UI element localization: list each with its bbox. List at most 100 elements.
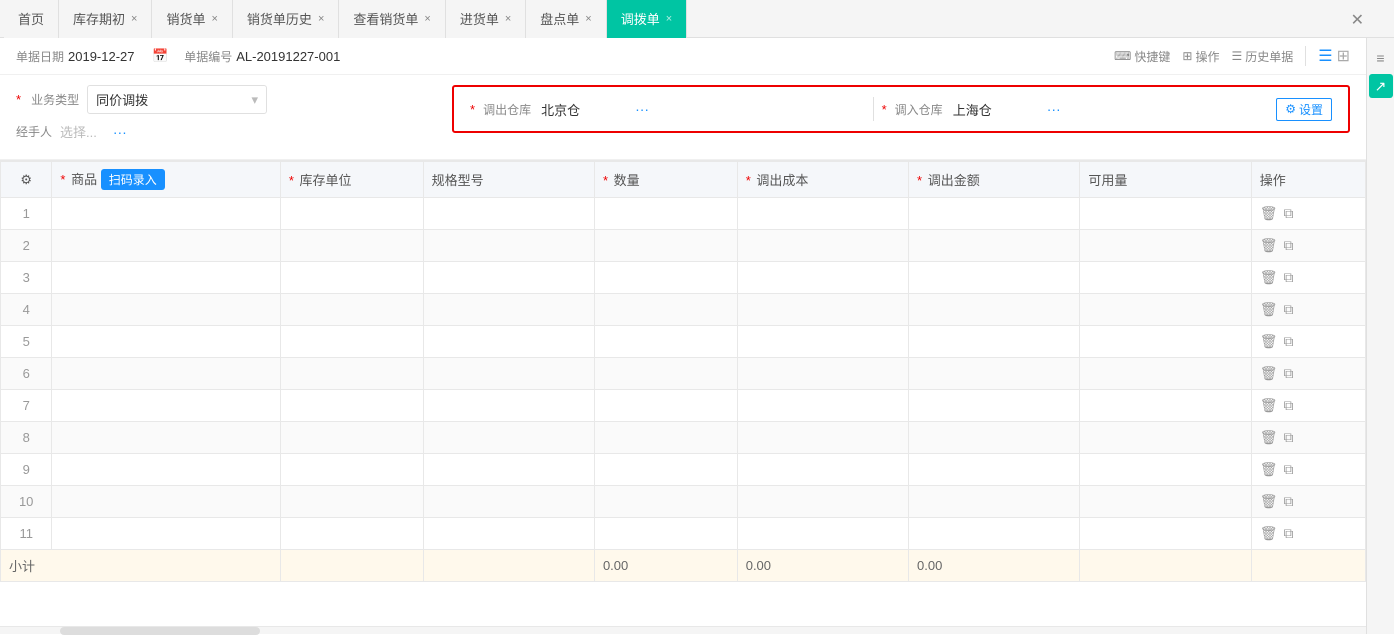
gear-header-icon[interactable]: ⚙: [20, 172, 32, 187]
close-main-button[interactable]: ✕: [1351, 10, 1364, 30]
copy-icon[interactable]: ⧉: [1283, 461, 1293, 478]
row-num-cell: 1: [1, 198, 52, 230]
dest-more-icon[interactable]: ···: [1047, 101, 1061, 117]
copy-icon[interactable]: ⧉: [1283, 365, 1293, 382]
delete-icon[interactable]: 🗑: [1260, 525, 1278, 542]
settings-button[interactable]: ⚙ 设置: [1276, 98, 1332, 121]
sidebar-list-icon[interactable]: ≡: [1369, 46, 1393, 70]
delete-icon[interactable]: 🗑: [1260, 205, 1278, 222]
qty-cell[interactable]: [594, 518, 737, 550]
subtotal-action-cell: [1251, 550, 1365, 582]
copy-icon[interactable]: ⧉: [1283, 493, 1293, 510]
scrollbar-area[interactable]: [0, 626, 1366, 634]
handler-input[interactable]: 选择...: [60, 122, 97, 141]
unit-cell: [280, 422, 423, 454]
handler-row: 经手人 选择... ···: [16, 122, 436, 141]
chevron-down-icon: ▾: [252, 92, 259, 108]
tab-close-inventory-init[interactable]: ×: [131, 13, 137, 25]
gear-header[interactable]: ⚙: [1, 162, 52, 198]
layout-icon-2[interactable]: ⊞: [1337, 46, 1350, 66]
goods-cell[interactable]: [52, 294, 280, 326]
delete-icon[interactable]: 🗑: [1260, 301, 1278, 318]
goods-cell[interactable]: [52, 422, 280, 454]
delete-icon[interactable]: 🗑: [1260, 429, 1278, 446]
source-more-icon[interactable]: ···: [635, 101, 649, 117]
qty-cell[interactable]: [594, 390, 737, 422]
tab-sales-order[interactable]: 销货单 ×: [152, 0, 232, 38]
table-row: 6 🗑 ⧉: [1, 358, 1366, 390]
warehouse-section: * 调出仓库 北京仓 ··· * 调入仓库 上海仓 ··· ⚙ 设置: [452, 85, 1350, 133]
tab-purchase[interactable]: 进货单 ×: [446, 0, 526, 38]
table-footer: 小计 0.00 0.00 0.00: [1, 550, 1366, 582]
tab-close-purchase[interactable]: ×: [505, 13, 511, 25]
copy-icon[interactable]: ⧉: [1283, 525, 1293, 542]
copy-icon[interactable]: ⧉: [1283, 237, 1293, 254]
tab-stocktake[interactable]: 盘点单 ×: [526, 0, 606, 38]
tab-close-transfer[interactable]: ×: [666, 13, 672, 25]
tab-transfer[interactable]: 调拨单 ×: [607, 0, 687, 38]
warehouse-divider: [873, 97, 874, 121]
spec-header: 规格型号: [423, 162, 594, 198]
sidebar-external-icon[interactable]: ↗: [1369, 74, 1393, 98]
handler-more-icon[interactable]: ···: [113, 124, 127, 140]
qty-cell[interactable]: [594, 294, 737, 326]
copy-icon[interactable]: ⧉: [1283, 301, 1293, 318]
calendar-icon[interactable]: 📅: [152, 48, 168, 64]
qty-cell[interactable]: [594, 262, 737, 294]
operation-btn[interactable]: ⊞ 操作: [1182, 48, 1219, 65]
delete-icon[interactable]: 🗑: [1260, 333, 1278, 350]
tab-close-view-sales[interactable]: ×: [424, 13, 430, 25]
goods-cell[interactable]: [52, 486, 280, 518]
date-field: 单据日期 2019-12-27 📅: [16, 48, 168, 65]
dest-warehouse-value[interactable]: 上海仓: [953, 100, 1033, 119]
tab-close-sales-order[interactable]: ×: [211, 13, 217, 25]
delete-icon[interactable]: 🗑: [1260, 237, 1278, 254]
goods-cell[interactable]: [52, 518, 280, 550]
copy-icon[interactable]: ⧉: [1283, 397, 1293, 414]
date-label: 单据日期: [16, 48, 64, 65]
delete-icon[interactable]: 🗑: [1260, 397, 1278, 414]
qty-cell[interactable]: [594, 230, 737, 262]
scan-button[interactable]: 扫码录入: [101, 169, 165, 190]
goods-cell[interactable]: [52, 390, 280, 422]
table-header-row: ⚙ 商品 扫码录入 库存单位 规格型号 数量: [1, 162, 1366, 198]
goods-cell[interactable]: [52, 454, 280, 486]
tab-close-sales-history[interactable]: ×: [318, 13, 324, 25]
tab-inventory-init[interactable]: 库存期初 ×: [59, 0, 152, 38]
tab-home[interactable]: 首页: [4, 0, 59, 38]
date-value[interactable]: 2019-12-27: [68, 49, 148, 64]
delete-icon[interactable]: 🗑: [1260, 269, 1278, 286]
biz-type-label: 业务类型: [31, 91, 79, 108]
action-cell: 🗑 ⧉: [1251, 294, 1365, 326]
copy-icon[interactable]: ⧉: [1283, 269, 1293, 286]
amount-cell: [909, 518, 1080, 550]
subtotal-amount-cell: 0.00: [909, 550, 1080, 582]
qty-cell[interactable]: [594, 454, 737, 486]
tab-sales-history[interactable]: 销货单历史 ×: [233, 0, 339, 38]
goods-cell[interactable]: [52, 326, 280, 358]
qty-cell[interactable]: [594, 358, 737, 390]
copy-icon[interactable]: ⧉: [1283, 333, 1293, 350]
delete-icon[interactable]: 🗑: [1260, 493, 1278, 510]
tab-view-sales[interactable]: 查看销货单 ×: [339, 0, 445, 38]
layout-icon-1[interactable]: ☰: [1318, 46, 1332, 66]
qty-cell[interactable]: [594, 486, 737, 518]
qty-cell[interactable]: [594, 422, 737, 454]
goods-cell[interactable]: [52, 358, 280, 390]
available-cell: [1080, 358, 1251, 390]
shortcut-btn[interactable]: ⌨ 快捷键: [1114, 48, 1170, 65]
qty-cell[interactable]: [594, 198, 737, 230]
goods-cell[interactable]: [52, 198, 280, 230]
source-warehouse-value[interactable]: 北京仓: [541, 100, 621, 119]
goods-cell[interactable]: [52, 230, 280, 262]
tab-close-stocktake[interactable]: ×: [585, 13, 591, 25]
copy-icon[interactable]: ⧉: [1283, 429, 1293, 446]
copy-icon[interactable]: ⧉: [1283, 205, 1293, 222]
tab-bar: 首页 库存期初 × 销货单 × 销货单历史 × 查看销货单 × 进货单 × 盘点…: [0, 0, 1394, 38]
history-btn[interactable]: ☰ 历史单据: [1231, 48, 1293, 65]
biz-type-select[interactable]: 同价调拨 ▾: [87, 85, 267, 114]
qty-cell[interactable]: [594, 326, 737, 358]
delete-icon[interactable]: 🗑: [1260, 461, 1278, 478]
delete-icon[interactable]: 🗑: [1260, 365, 1278, 382]
goods-cell[interactable]: [52, 262, 280, 294]
